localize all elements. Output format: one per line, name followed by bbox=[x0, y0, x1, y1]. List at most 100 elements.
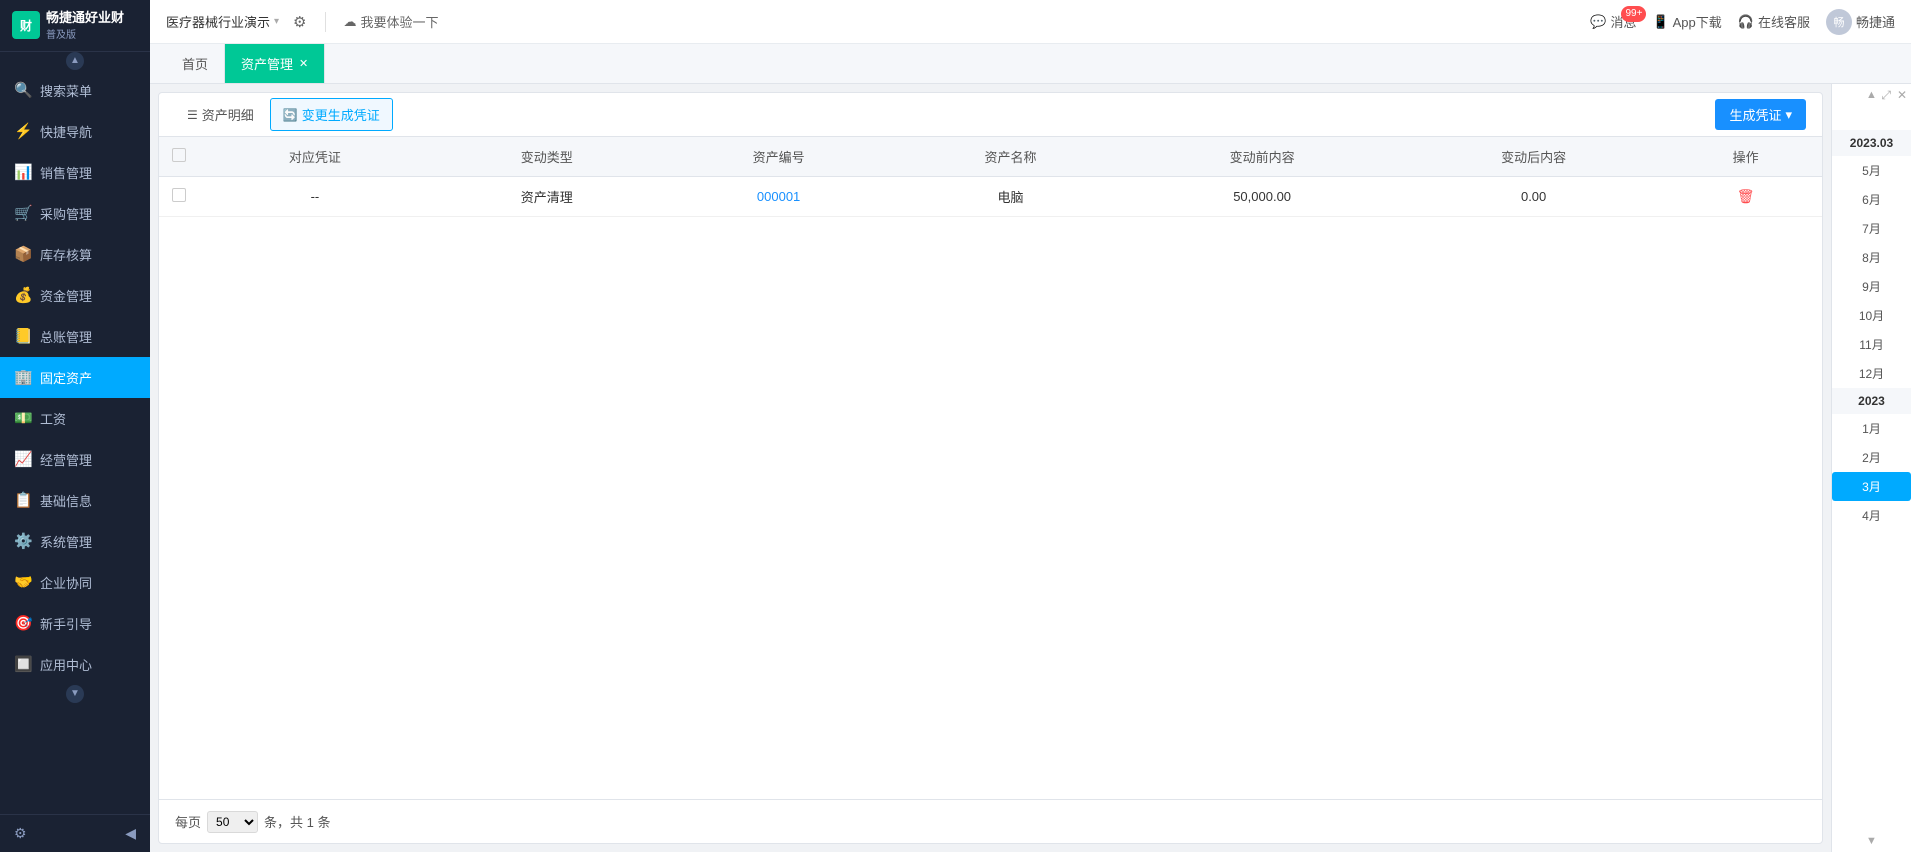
topbar-right: 💬 消息 99+ 📱 App下载 🎧 在线客服 畅 畅捷通 bbox=[1590, 9, 1895, 35]
th-asset-code: 资产编号 bbox=[663, 137, 895, 177]
sidebar-item-sales[interactable]: 📊销售管理 bbox=[0, 152, 150, 193]
sidebar-item-label-guide: 新手引导 bbox=[40, 614, 92, 633]
topbar-divider bbox=[325, 12, 326, 32]
tab-home[interactable]: 首页 bbox=[166, 44, 225, 83]
company-name: 医疗器械行业演示 bbox=[166, 12, 270, 31]
sidebar-item-payroll[interactable]: 💵 工资 bbox=[0, 398, 150, 439]
support-button[interactable]: 🎧 在线客服 bbox=[1738, 12, 1810, 31]
calendar-month-11[interactable]: 11月 bbox=[1832, 330, 1911, 359]
row-checkbox[interactable] bbox=[172, 188, 186, 202]
calendar-month-2[interactable]: 2月 bbox=[1832, 443, 1911, 472]
calendar-month-12[interactable]: 12月 bbox=[1832, 359, 1911, 388]
row-voucher: -- bbox=[199, 177, 431, 217]
th-action: 操作 bbox=[1669, 137, 1822, 177]
app-download-button[interactable]: 📱 App下载 bbox=[1652, 12, 1721, 31]
th-asset-name: 资产名称 bbox=[895, 137, 1127, 177]
company-chevron-icon: ▾ bbox=[274, 16, 279, 27]
row-action: 🗑 bbox=[1669, 177, 1822, 217]
sidebar-item-basic-info[interactable]: 📋基础信息 bbox=[0, 480, 150, 521]
purchase-icon: 🛒 bbox=[14, 204, 32, 222]
messages-badge: 99+ bbox=[1621, 6, 1646, 22]
total-label: 条，共 1 条 bbox=[264, 812, 330, 831]
th-voucher: 对应凭证 bbox=[199, 137, 431, 177]
topbar-gear-icon[interactable]: ⚙ bbox=[293, 13, 306, 31]
tab-asset-mgmt-close-icon[interactable]: ✕ bbox=[299, 57, 308, 70]
th-change-type: 变动类型 bbox=[431, 137, 663, 177]
sidebar-item-collab[interactable]: 🤝企业协同 bbox=[0, 562, 150, 603]
calendar-close-icon[interactable]: ✕ bbox=[1897, 88, 1907, 102]
app-icon: 📱 bbox=[1652, 14, 1668, 30]
sidebar-item-guide[interactable]: 🎯 新手引导 bbox=[0, 603, 150, 644]
calendar-month-8[interactable]: 8月 bbox=[1832, 243, 1911, 272]
sidebar-item-label-payroll: 工资 bbox=[40, 409, 66, 428]
sidebar-item-funds[interactable]: 💰资金管理 bbox=[0, 275, 150, 316]
sidebar-item-label-collab: 企业协同 bbox=[40, 573, 92, 592]
collapse-icon[interactable]: ◀ bbox=[125, 825, 136, 842]
calendar-month-3-active[interactable]: 3月 bbox=[1832, 472, 1911, 501]
generate-voucher-button[interactable]: 生成凭证 ▾ bbox=[1715, 99, 1806, 130]
select-all-checkbox[interactable] bbox=[172, 148, 186, 162]
sidebar-item-app-center[interactable]: 🔲应用中心 bbox=[0, 644, 150, 685]
row-asset-code: 000001 bbox=[663, 177, 895, 217]
calendar-month-6[interactable]: 6月 bbox=[1832, 185, 1911, 214]
subtab-change-voucher[interactable]: 🔄 变更生成凭证 bbox=[270, 98, 393, 131]
asset-detail-icon: ☰ bbox=[187, 108, 198, 122]
calendar-month-7[interactable]: 7月 bbox=[1832, 214, 1911, 243]
calendar-expand-icon[interactable]: ⤢ bbox=[1881, 88, 1891, 103]
th-before: 变动前内容 bbox=[1126, 137, 1398, 177]
ledger-icon: 📒 bbox=[14, 327, 32, 345]
sidebar-scroll: ▲ 🔍搜索菜单⚡快捷导航📊销售管理🛒采购管理📦库存核算💰资金管理📒总账管理 🏢 固定… bbox=[0, 52, 150, 814]
table-header-row: 对应凭证 变动类型 资产编号 资产名称 变动前内容 变动后内容 操作 bbox=[159, 137, 1822, 177]
calendar-month-1[interactable]: 1月 bbox=[1832, 414, 1911, 443]
calendar-month-4[interactable]: 4月 bbox=[1832, 501, 1911, 530]
tab-asset-mgmt-label: 资产管理 bbox=[241, 54, 293, 73]
sidebar-item-operations[interactable]: 📈经营管理 bbox=[0, 439, 150, 480]
sidebar-scroll-up[interactable]: ▲ bbox=[66, 52, 84, 70]
basic-info-icon: 📋 bbox=[14, 491, 32, 509]
main-panel: ☰ 资产明细 🔄 变更生成凭证 生成凭证 ▾ bbox=[158, 92, 1823, 844]
subtab-asset-detail[interactable]: ☰ 资产明细 bbox=[175, 99, 266, 130]
calendar-year-2023: 2023 bbox=[1832, 388, 1911, 414]
sidebar-item-quick-nav[interactable]: ⚡快捷导航 bbox=[0, 111, 150, 152]
sidebar-item-ledger[interactable]: 📒总账管理 bbox=[0, 316, 150, 357]
delete-row-button[interactable]: 🗑 bbox=[1737, 188, 1755, 204]
calendar-month-5[interactable]: 5月 bbox=[1832, 156, 1911, 185]
sidebar-item-inventory[interactable]: 📦库存核算 bbox=[0, 234, 150, 275]
support-icon: 🎧 bbox=[1738, 14, 1754, 30]
sidebar-bottom: ⚙ ◀ bbox=[0, 814, 150, 852]
sidebar-item-label-app-center: 应用中心 bbox=[40, 655, 92, 674]
user-menu[interactable]: 畅 畅捷通 bbox=[1826, 9, 1895, 35]
per-page-label: 每页 bbox=[175, 812, 201, 831]
messages-button[interactable]: 💬 消息 99+ bbox=[1590, 12, 1636, 31]
per-page-select[interactable]: 10 20 50 100 bbox=[207, 811, 258, 833]
asset-table: 对应凭证 变动类型 资产编号 资产名称 变动前内容 变动后内容 操作 -- bbox=[159, 137, 1822, 217]
logo-icon: 财 bbox=[12, 11, 40, 39]
sidebar-item-fixed-assets[interactable]: 🏢 固定资产 bbox=[0, 357, 150, 398]
fixed-assets-icon: 🏢 bbox=[14, 368, 32, 386]
th-after: 变动后内容 bbox=[1398, 137, 1670, 177]
sidebar-scroll-down[interactable]: ▼ bbox=[66, 685, 84, 703]
sidebar-item-search[interactable]: 🔍搜索菜单 bbox=[0, 70, 150, 111]
row-after: 0.00 bbox=[1398, 177, 1670, 217]
sidebar-item-label-fixed-assets: 固定资产 bbox=[40, 368, 92, 387]
experience-button[interactable]: ☁ 我要体验一下 bbox=[344, 12, 439, 31]
sidebar-item-label-funds: 资金管理 bbox=[40, 286, 92, 305]
generate-voucher-chevron-icon: ▾ bbox=[1785, 107, 1792, 123]
sidebar-item-label-sys-admin: 系统管理 bbox=[40, 532, 92, 551]
search-icon: 🔍 bbox=[14, 81, 32, 99]
inventory-icon: 📦 bbox=[14, 245, 32, 263]
content-area: ☰ 资产明细 🔄 变更生成凭证 生成凭证 ▾ bbox=[150, 84, 1911, 852]
sidebar-item-sys-admin[interactable]: ⚙️ 系统管理 bbox=[0, 521, 150, 562]
calendar-month-9[interactable]: 9月 bbox=[1832, 272, 1911, 301]
sys-admin-icon: ⚙️ bbox=[14, 532, 32, 550]
payroll-icon: 💵 bbox=[14, 409, 32, 427]
avatar: 畅 bbox=[1826, 9, 1852, 35]
guide-icon: 🎯 bbox=[14, 614, 32, 632]
settings-icon[interactable]: ⚙ bbox=[14, 825, 27, 842]
calendar-month-10[interactable]: 10月 bbox=[1832, 301, 1911, 330]
company-selector[interactable]: 医疗器械行业演示 ▾ bbox=[166, 12, 279, 31]
tab-asset-mgmt[interactable]: 资产管理 ✕ bbox=[225, 44, 325, 83]
calendar-scroll-down[interactable]: ▼ bbox=[1832, 830, 1911, 852]
quick-nav-icon: ⚡ bbox=[14, 122, 32, 140]
sidebar-item-purchase[interactable]: 🛒采购管理 bbox=[0, 193, 150, 234]
